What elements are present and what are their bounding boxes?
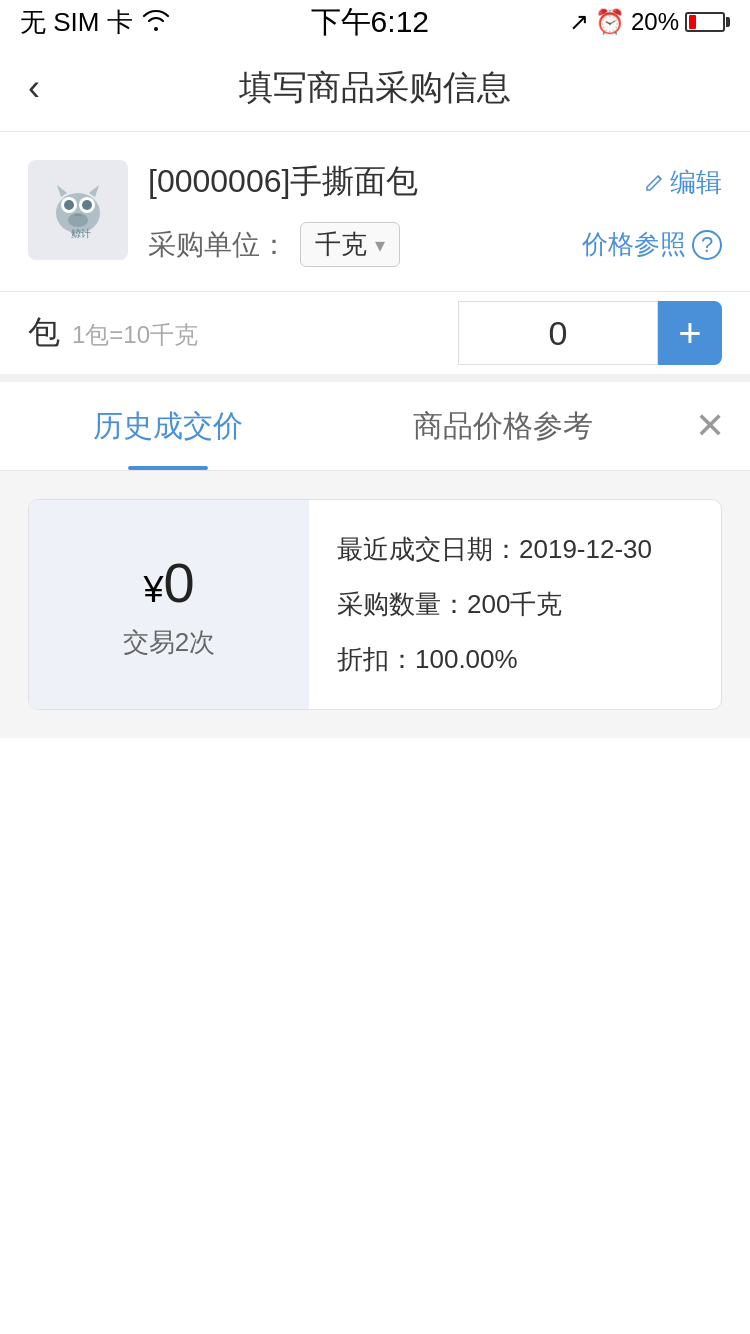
- chevron-down-icon: ▾: [375, 233, 385, 257]
- recent-date-row: 最近成交日期：2019-12-30: [337, 530, 693, 569]
- tab-history-price[interactable]: 历史成交价: [0, 382, 335, 470]
- no-sim-text: 无 SIM 卡: [20, 5, 133, 40]
- back-button[interactable]: ‹: [28, 67, 40, 109]
- discount-value: 100.00%: [415, 644, 518, 674]
- status-bar: 无 SIM 卡 下午6:12 ↗ ⏰ 20%: [0, 0, 750, 44]
- product-section: 鲸计 [0000006]手撕面包 编辑 采购单位： 千克 ▾: [0, 132, 750, 292]
- svg-point-3: [64, 200, 74, 210]
- qty-right: +: [458, 301, 722, 365]
- tab-price-reference[interactable]: 商品价格参考: [335, 382, 670, 470]
- product-header: [0000006]手撕面包 编辑: [148, 160, 722, 204]
- svg-point-4: [82, 200, 92, 210]
- tabs-header: 历史成交价 商品价格参考 ✕: [0, 382, 750, 470]
- trade-count: 交易2次: [123, 625, 215, 660]
- qty-plus-button[interactable]: +: [658, 301, 722, 365]
- unit-selector[interactable]: 千克 ▾: [300, 222, 400, 267]
- page-title: 填写商品采购信息: [239, 65, 511, 111]
- recent-date-label: 最近成交日期：: [337, 534, 519, 564]
- unit-value: 千克: [315, 227, 367, 262]
- price-amount: 0: [163, 550, 194, 615]
- nav-bar: ‹ 填写商品采购信息: [0, 44, 750, 132]
- close-icon: ✕: [695, 405, 725, 447]
- price-card: ¥ 0 交易2次 最近成交日期：2019-12-30 采购数量：200千克 折扣…: [28, 499, 722, 710]
- price-card-right: 最近成交日期：2019-12-30 采购数量：200千克 折扣：100.00%: [309, 500, 721, 709]
- question-icon: ?: [692, 230, 722, 260]
- qty-left: 包 1包=10千克: [28, 311, 198, 355]
- qty-unit: 包: [28, 311, 60, 355]
- tab-close-button[interactable]: ✕: [670, 382, 750, 470]
- status-left: 无 SIM 卡: [20, 5, 171, 40]
- product-full-name: [0000006]手撕面包: [148, 160, 418, 204]
- price-ref-button[interactable]: 价格参照 ?: [582, 227, 722, 262]
- status-right: ↗ ⏰ 20%: [569, 8, 730, 36]
- price-card-left: ¥ 0 交易2次: [29, 500, 309, 709]
- discount-row: 折扣：100.00%: [337, 640, 693, 679]
- location-icon: ↗: [569, 8, 589, 36]
- battery-icon: [685, 12, 730, 32]
- purchase-qty-value: 200千克: [467, 589, 562, 619]
- product-unit-row: 采购单位： 千克 ▾ 价格参照 ?: [148, 222, 722, 267]
- purchase-qty-row: 采购数量：200千克: [337, 585, 693, 624]
- recent-date-value: 2019-12-30: [519, 534, 652, 564]
- bottom-fill: [0, 738, 750, 1334]
- alarm-icon: ⏰: [595, 8, 625, 36]
- tab-history-label: 历史成交价: [93, 406, 243, 447]
- edit-label: 编辑: [670, 165, 722, 200]
- status-time: 下午6:12: [311, 2, 429, 43]
- price-ref-label: 价格参照: [582, 227, 686, 262]
- product-info: [0000006]手撕面包 编辑 采购单位： 千克 ▾ 价格参照 ?: [148, 160, 722, 267]
- wifi-icon: [141, 7, 171, 38]
- discount-label: 折扣：: [337, 644, 415, 674]
- quantity-input[interactable]: [458, 301, 658, 365]
- purchase-qty-label: 采购数量：: [337, 589, 467, 619]
- tabs-section: 历史成交价 商品价格参考 ✕: [0, 382, 750, 471]
- edit-button[interactable]: 编辑: [644, 165, 722, 200]
- currency-symbol: ¥: [143, 569, 163, 611]
- tab-price-ref-label: 商品价格参考: [413, 406, 593, 447]
- battery-percent: 20%: [631, 8, 679, 36]
- svg-text:鲸计: 鲸计: [71, 228, 91, 239]
- qty-conversion: 1包=10千克: [72, 319, 198, 351]
- tab-active-indicator: [128, 466, 208, 470]
- product-thumbnail: 鲸计: [28, 160, 128, 260]
- unit-label: 采购单位：: [148, 226, 288, 264]
- history-content: ¥ 0 交易2次 最近成交日期：2019-12-30 采购数量：200千克 折扣…: [0, 471, 750, 738]
- quantity-section: 包 1包=10千克 +: [0, 292, 750, 382]
